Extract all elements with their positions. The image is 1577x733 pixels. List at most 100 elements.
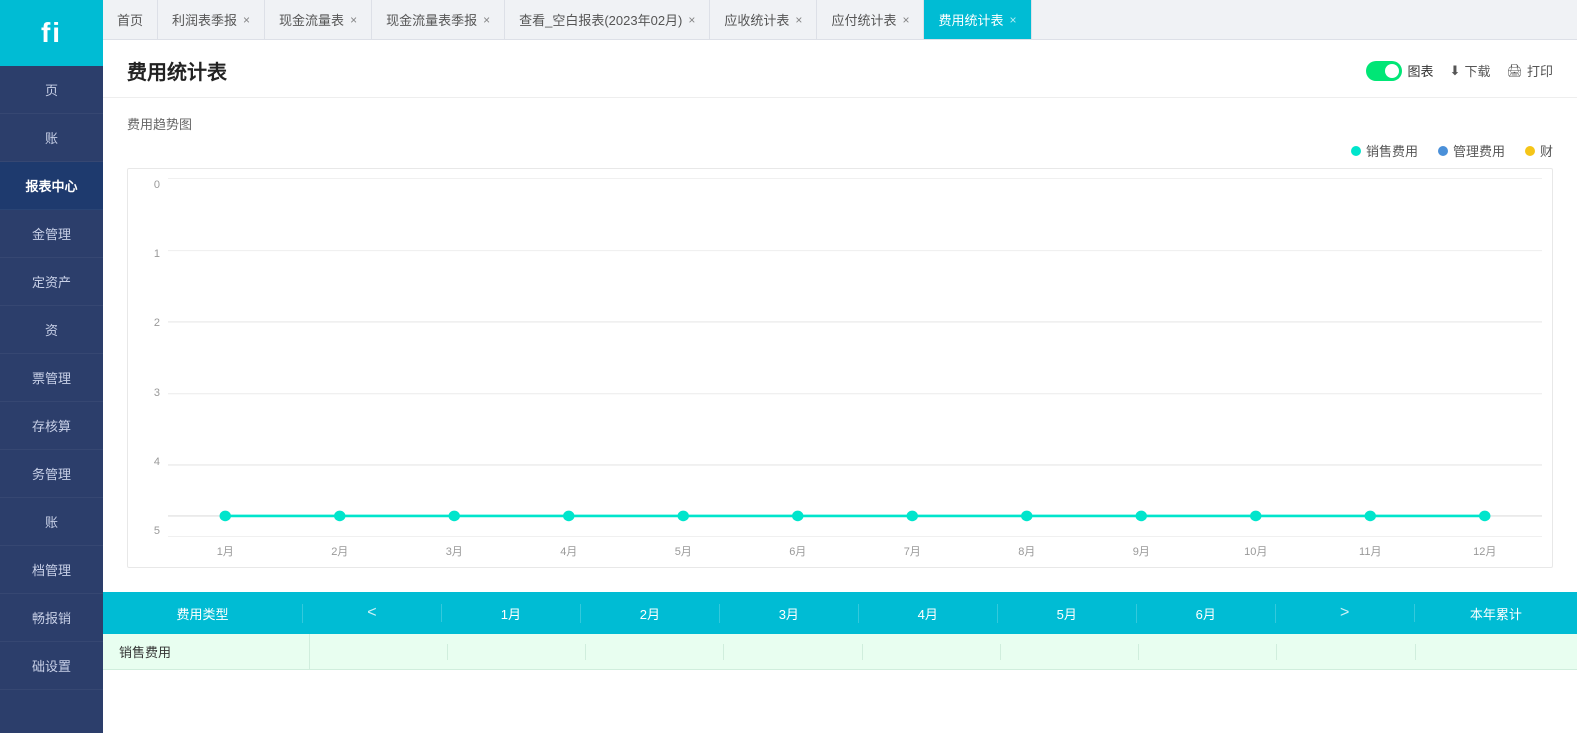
chart-toggle[interactable]	[1366, 61, 1402, 81]
y-label-1: 1	[154, 248, 160, 260]
y-label-5: 5	[154, 525, 160, 537]
sidebar-item-home[interactable]: 页	[0, 66, 103, 114]
legend-dot-finance	[1525, 146, 1535, 156]
close-cashflow-q-tab[interactable]: ×	[483, 13, 490, 27]
print-label: 打印	[1527, 61, 1553, 80]
y-label-3: 3	[154, 387, 160, 399]
x-label-6: 6月	[741, 543, 856, 559]
chart-toggle-container: 图表	[1366, 61, 1434, 81]
sidebar-item-inventory[interactable]: 存核算	[0, 402, 103, 450]
sidebar: fi 页 账 报表中心 金管理 定资产 资 票管理 存核算 务管理 账 档管理 …	[0, 0, 103, 733]
sidebar-item-settings[interactable]: 础设置	[0, 642, 103, 690]
close-profit-tab[interactable]: ×	[243, 13, 250, 27]
x-label-11: 11月	[1313, 543, 1428, 559]
close-blank-tab[interactable]: ×	[688, 13, 695, 27]
tab-home[interactable]: 首页	[103, 0, 158, 39]
close-cashflow-tab[interactable]: ×	[350, 13, 357, 27]
td-m3	[724, 644, 862, 660]
print-button[interactable]: 🖨 打印	[1506, 61, 1553, 80]
x-label-2: 2月	[283, 543, 398, 559]
th-m4: 4月	[859, 604, 998, 623]
y-label-0: 0	[154, 179, 160, 191]
header-actions: 图表 ⬇ 下载 🖨 打印	[1366, 61, 1553, 81]
td-m2	[586, 644, 724, 660]
prev-arrow[interactable]: <	[367, 604, 376, 622]
td-nav-spacer	[310, 644, 448, 660]
chart-title: 费用趋势图	[127, 114, 1553, 133]
legend-dot-admin	[1438, 146, 1448, 156]
chart-legend: 销售费用 管理费用 财	[127, 141, 1553, 160]
x-axis-labels: 1月 2月 3月 4月 5月 6月 7月 8月 9月 10月 11月 12月	[168, 543, 1542, 559]
th-ytd-label: 本年累计	[1470, 604, 1522, 623]
x-label-1: 1月	[168, 543, 283, 559]
td-m5	[1001, 644, 1139, 660]
tab-ar[interactable]: 应收统计表 ×	[710, 0, 817, 39]
chart-svg	[168, 179, 1542, 537]
x-label-10: 10月	[1199, 543, 1314, 559]
sidebar-item-business[interactable]: 务管理	[0, 450, 103, 498]
tab-bar: 首页 利润表季报 × 现金流量表 × 现金流量表季报 × 查看_空白报表(202…	[103, 0, 1577, 40]
th-m6: 6月	[1137, 604, 1276, 623]
y-label-2: 2	[154, 317, 160, 329]
th-m5: 5月	[998, 604, 1137, 623]
th-type-label: 费用类型	[176, 604, 228, 623]
th-m4-label: 4月	[918, 604, 938, 623]
sidebar-item-assets[interactable]: 定资产	[0, 258, 103, 306]
tab-ap[interactable]: 应付统计表 ×	[817, 0, 924, 39]
x-label-8: 8月	[970, 543, 1085, 559]
legend-sales: 销售费用	[1351, 141, 1418, 160]
tab-cashflow[interactable]: 现金流量表 ×	[265, 0, 372, 39]
td-type: 销售费用	[103, 634, 310, 669]
legend-admin-label: 管理费用	[1453, 141, 1505, 160]
tab-cashflow-q[interactable]: 现金流量表季报 ×	[372, 0, 505, 39]
td-m6	[1139, 644, 1277, 660]
x-label-3: 3月	[397, 543, 512, 559]
legend-finance-label: 财	[1540, 141, 1553, 160]
td-nav-spacer2	[1277, 644, 1415, 660]
close-expense-tab[interactable]: ×	[1009, 13, 1016, 27]
legend-sales-label: 销售费用	[1366, 141, 1418, 160]
x-label-7: 7月	[855, 543, 970, 559]
sidebar-item-capital[interactable]: 资	[0, 306, 103, 354]
sidebar-item-finance[interactable]: 金管理	[0, 210, 103, 258]
table-section: 费用类型 < 1月 2月 3月 4月 5月	[103, 592, 1577, 670]
print-icon: 🖨	[1506, 63, 1523, 79]
tab-profit[interactable]: 利润表季报 ×	[158, 0, 265, 39]
download-button[interactable]: ⬇ 下载	[1450, 61, 1491, 80]
sidebar-item-archive[interactable]: 档管理	[0, 546, 103, 594]
y-label-4: 4	[154, 456, 160, 468]
main-area: 首页 利润表季报 × 现金流量表 × 现金流量表季报 × 查看_空白报表(202…	[103, 0, 1577, 733]
th-m1-label: 1月	[501, 604, 521, 623]
next-arrow[interactable]: >	[1340, 604, 1349, 622]
th-m1: 1月	[442, 604, 581, 623]
th-m2-label: 2月	[640, 604, 660, 623]
y-axis: 5 4 3 2 1 0	[128, 179, 168, 537]
close-ar-tab[interactable]: ×	[795, 13, 802, 27]
x-label-12: 12月	[1428, 543, 1543, 559]
sidebar-item-expense-report[interactable]: 畅报销	[0, 594, 103, 642]
table-row: 销售费用	[103, 634, 1577, 670]
sidebar-item-ledger[interactable]: 账	[0, 498, 103, 546]
download-icon: ⬇	[1450, 63, 1461, 79]
chart-area: 1月 2月 3月 4月 5月 6月 7月 8月 9月 10月 11月 12月	[168, 179, 1542, 537]
sidebar-logo: fi	[0, 0, 103, 66]
page-header: 费用统计表 图表 ⬇ 下载 🖨 打印	[103, 40, 1577, 98]
legend-dot-sales	[1351, 146, 1361, 156]
th-m2: 2月	[581, 604, 720, 623]
tab-blank[interactable]: 查看_空白报表(2023年02月) ×	[505, 0, 710, 39]
x-label-4: 4月	[512, 543, 627, 559]
th-ytd: 本年累计	[1415, 604, 1577, 623]
close-ap-tab[interactable]: ×	[902, 13, 909, 27]
chart-section: 费用趋势图 销售费用 管理费用 财	[103, 98, 1577, 584]
legend-admin: 管理费用	[1438, 141, 1505, 160]
th-nav-next[interactable]: >	[1276, 604, 1415, 622]
sidebar-item-invoice[interactable]: 票管理	[0, 354, 103, 402]
toggle-label: 图表	[1408, 61, 1434, 80]
th-m5-label: 5月	[1057, 604, 1077, 623]
sidebar-item-account[interactable]: 账	[0, 114, 103, 162]
sidebar-item-reports[interactable]: 报表中心	[0, 162, 103, 210]
th-nav-prev[interactable]: <	[303, 604, 442, 622]
td-m1	[448, 644, 586, 660]
td-m4	[863, 644, 1001, 660]
tab-expense[interactable]: 费用统计表 ×	[924, 0, 1031, 39]
